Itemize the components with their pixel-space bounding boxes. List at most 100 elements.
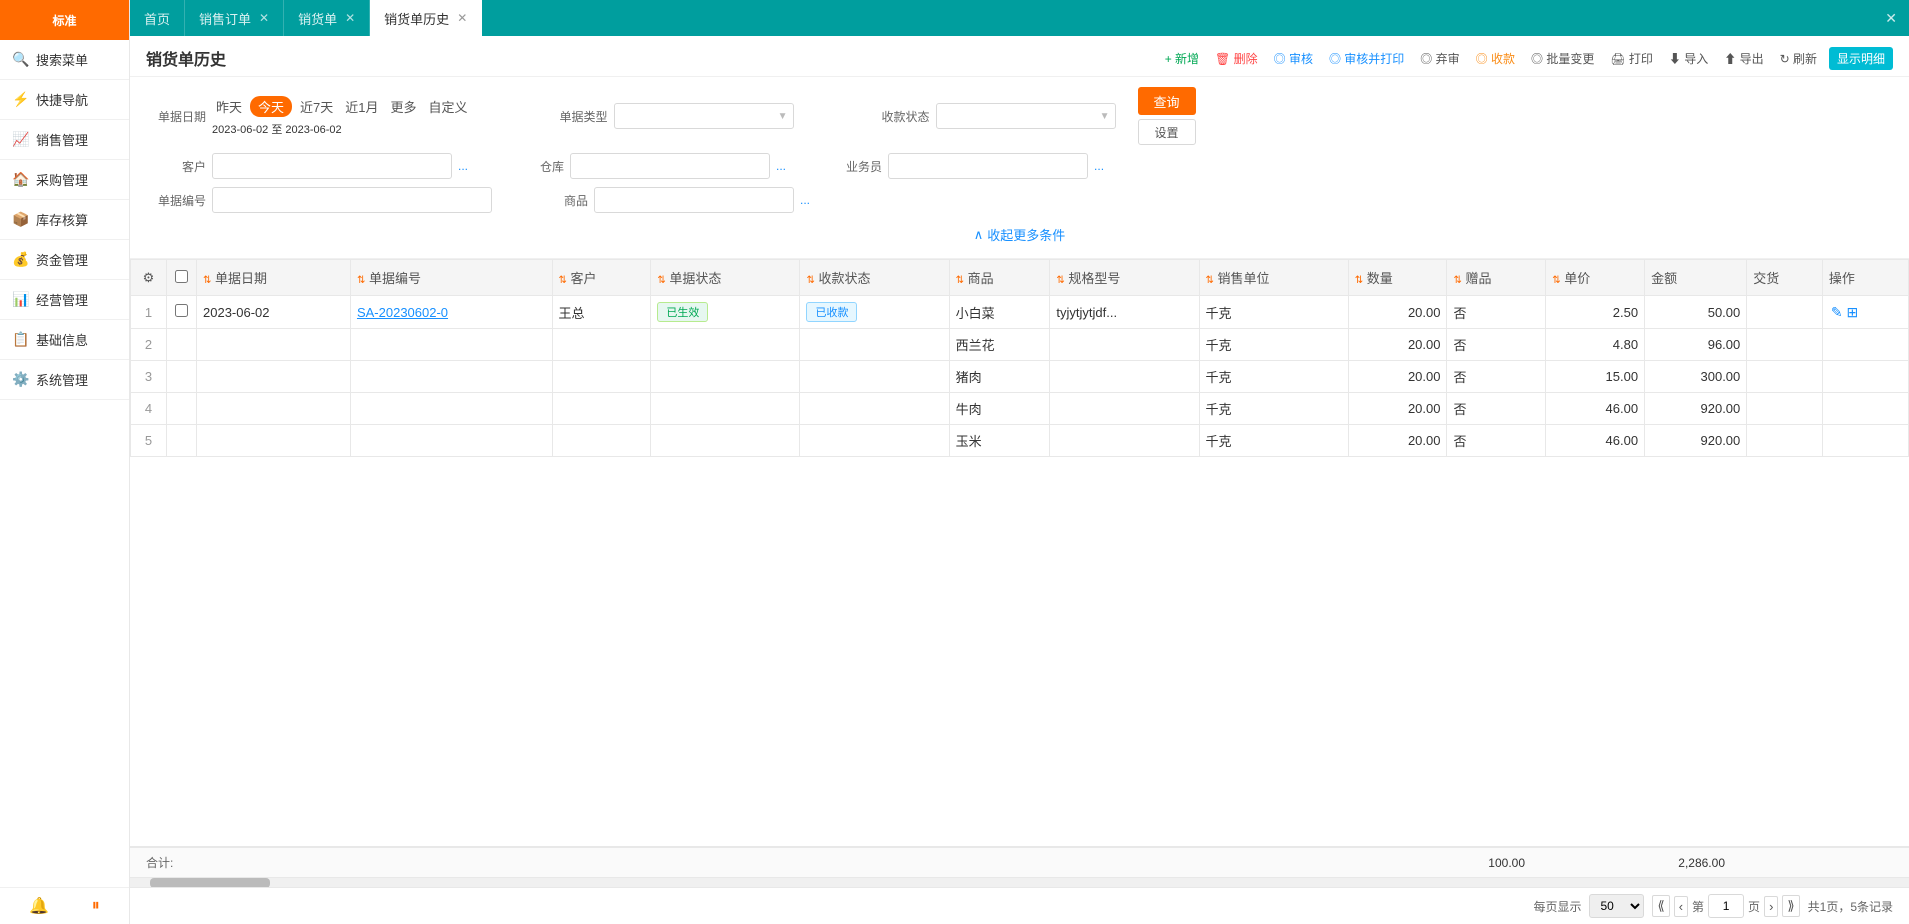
print-button[interactable]: 🖨 打印: [1606, 48, 1657, 69]
row-checkbox[interactable]: [175, 304, 188, 317]
row-no: 2: [131, 329, 167, 361]
date-7days-btn[interactable]: 近7天: [296, 96, 337, 117]
main-area: 首页 销售订单 ✕ 销货单 ✕ 销货单历史 ✕ ✕ 销货单历史 + 新增 🗑 删…: [130, 0, 1909, 924]
import-button[interactable]: ⬇ 导入: [1665, 48, 1712, 69]
toolbar: + 新增 🗑 删除 ◎ 审核 ◎ 审核并打印 ◎ 弃审 ◎ 收款 ◎ 批量变更 …: [1161, 47, 1893, 70]
sidebar-item-search-menu[interactable]: 🔍 搜索菜单: [0, 40, 129, 80]
date-more-btn[interactable]: 更多: [387, 96, 421, 117]
sidebar-item-ops-mgmt[interactable]: 📊 经营管理: [0, 280, 129, 320]
date-1month-btn[interactable]: 近1月: [341, 96, 382, 117]
chevron-up-icon: ∧: [974, 227, 984, 243]
export-button[interactable]: ⬆ 导出: [1720, 48, 1767, 69]
sort-icon-unit[interactable]: ⇅: [1206, 275, 1214, 286]
last-page-button[interactable]: ⟫: [1782, 895, 1799, 917]
sort-icon-docno[interactable]: ⇅: [357, 275, 365, 286]
sidebar-item-finance-mgmt[interactable]: 💰 资金管理: [0, 240, 129, 280]
select-all-checkbox[interactable]: [175, 270, 188, 283]
sidebar-item-label: 快捷导航: [36, 90, 88, 109]
tab-sales-history[interactable]: 销货单历史 ✕: [370, 0, 482, 36]
tab-home-label: 首页: [144, 9, 170, 28]
page-number-input[interactable]: [1708, 894, 1744, 918]
next-page-button[interactable]: ›: [1764, 896, 1778, 917]
date-custom-btn[interactable]: 自定义: [425, 96, 472, 117]
show-detail-button[interactable]: 显示明细: [1829, 47, 1893, 70]
page-suffix-label: 页: [1748, 898, 1760, 915]
tab-bar: 首页 销售订单 ✕ 销货单 ✕ 销货单历史 ✕ ✕: [130, 0, 1909, 36]
page-size-select[interactable]: 50 100 200: [1589, 894, 1644, 918]
warehouse-label: 仓库: [504, 158, 564, 175]
row-unit-price: 15.00: [1546, 361, 1645, 393]
product-filter-ellipsis[interactable]: ...: [800, 193, 810, 207]
salesperson-ellipsis[interactable]: ...: [1094, 159, 1104, 173]
batch-change-button[interactable]: ◎ 批量变更: [1527, 48, 1598, 69]
close-all-tabs-button[interactable]: ✕: [1873, 10, 1909, 27]
pause-button[interactable]: ⏸: [92, 897, 100, 915]
sort-icon-spec[interactable]: ⇅: [1056, 275, 1064, 286]
row-customer: [552, 393, 651, 425]
edit-button[interactable]: ✎: [1831, 304, 1843, 320]
abandon-button[interactable]: ◎ 弃审: [1416, 48, 1463, 69]
payment-status-select[interactable]: [936, 103, 1116, 129]
horizontal-scrollbar[interactable]: [130, 877, 1909, 887]
product-filter-input[interactable]: [594, 187, 794, 213]
delete-button[interactable]: 🗑 删除: [1211, 48, 1262, 69]
tab-sales-history-label: 销货单历史: [384, 9, 449, 28]
prev-page-button[interactable]: ‹: [1674, 896, 1688, 917]
col-doc-no: ⇅ 单据编号: [350, 260, 552, 296]
audit-print-button[interactable]: ◎ 审核并打印: [1325, 48, 1408, 69]
sort-icon-qty[interactable]: ⇅: [1355, 275, 1363, 286]
tab-sales-order-close[interactable]: ✕: [259, 11, 269, 25]
collapse-button[interactable]: ∧ 收起更多条件: [146, 221, 1893, 248]
doc-type-select[interactable]: [614, 103, 794, 129]
row-no: 4: [131, 393, 167, 425]
salesperson-input[interactable]: [888, 153, 1088, 179]
sort-icon-docstatus[interactable]: ⇅: [657, 275, 665, 286]
customer-ellipsis[interactable]: ...: [458, 159, 468, 173]
customer-input[interactable]: [212, 153, 452, 179]
collect-button[interactable]: ◎ 收款: [1472, 48, 1519, 69]
table-header-row: ⚙ ⇅ 单据日期 ⇅ 单据编号 ⇅ 客户: [131, 260, 1909, 296]
sort-icon-unitprice[interactable]: ⇅: [1552, 275, 1560, 286]
sort-icon-customer[interactable]: ⇅: [559, 275, 567, 286]
footer-label: 合计:: [146, 854, 206, 871]
doc-no-link[interactable]: SA-20230602-0: [357, 305, 448, 320]
sidebar-item-purchase-mgmt[interactable]: 🏠 采购管理: [0, 160, 129, 200]
tab-sales-goods[interactable]: 销货单 ✕: [284, 0, 370, 36]
more-actions-button[interactable]: ⊞: [1847, 304, 1859, 320]
new-button[interactable]: + 新增: [1161, 48, 1203, 69]
docno-label: 单据编号: [146, 192, 206, 209]
row-gift: 否: [1447, 361, 1546, 393]
audit-button[interactable]: ◎ 审核: [1270, 48, 1317, 69]
tab-sales-history-close[interactable]: ✕: [457, 11, 467, 25]
tab-home[interactable]: 首页: [130, 0, 185, 36]
warehouse-input[interactable]: [570, 153, 770, 179]
sort-icon-paymentstatus[interactable]: ⇅: [806, 275, 814, 286]
date-yesterday-btn[interactable]: 昨天: [212, 96, 246, 117]
sidebar-item-inventory-calc[interactable]: 📦 库存核算: [0, 200, 129, 240]
row-actions: ✎⊞: [1822, 296, 1908, 329]
table-row: 3猪肉千克20.00否15.00300.00: [131, 361, 1909, 393]
first-page-button[interactable]: ⟪: [1652, 895, 1669, 917]
row-amount: 920.00: [1645, 425, 1747, 457]
footer-total-amount: 2,286.00: [1613, 856, 1733, 870]
refresh-button[interactable]: ↻ 刷新: [1776, 48, 1821, 69]
query-button[interactable]: 查询: [1138, 87, 1196, 115]
table-settings-icon[interactable]: ⚙: [143, 270, 155, 285]
notification-button[interactable]: 🔔: [29, 896, 49, 916]
row-doc-status: 已生效: [651, 296, 800, 329]
page-header: 销货单历史 + 新增 🗑 删除 ◎ 审核 ◎ 审核并打印 ◎ 弃审 ◎ 收款 ◎…: [130, 36, 1909, 77]
sidebar-item-sales-mgmt[interactable]: 📈 销售管理: [0, 120, 129, 160]
sidebar-item-sys-mgmt[interactable]: ⚙️ 系统管理: [0, 360, 129, 400]
set-button[interactable]: 设置: [1138, 119, 1196, 145]
row-actions: [1822, 329, 1908, 361]
sidebar-item-quick-nav[interactable]: ⚡ 快捷导航: [0, 80, 129, 120]
sort-icon-gift[interactable]: ⇅: [1453, 275, 1461, 286]
tab-sales-goods-close[interactable]: ✕: [345, 11, 355, 25]
date-today-btn[interactable]: 今天: [250, 96, 292, 117]
sort-icon[interactable]: ⇅: [203, 275, 211, 286]
sort-icon-product[interactable]: ⇅: [956, 275, 964, 286]
sidebar-item-base-info[interactable]: 📋 基础信息: [0, 320, 129, 360]
docno-input[interactable]: [212, 187, 492, 213]
tab-sales-order[interactable]: 销售订单 ✕: [185, 0, 284, 36]
warehouse-ellipsis[interactable]: ...: [776, 159, 786, 173]
